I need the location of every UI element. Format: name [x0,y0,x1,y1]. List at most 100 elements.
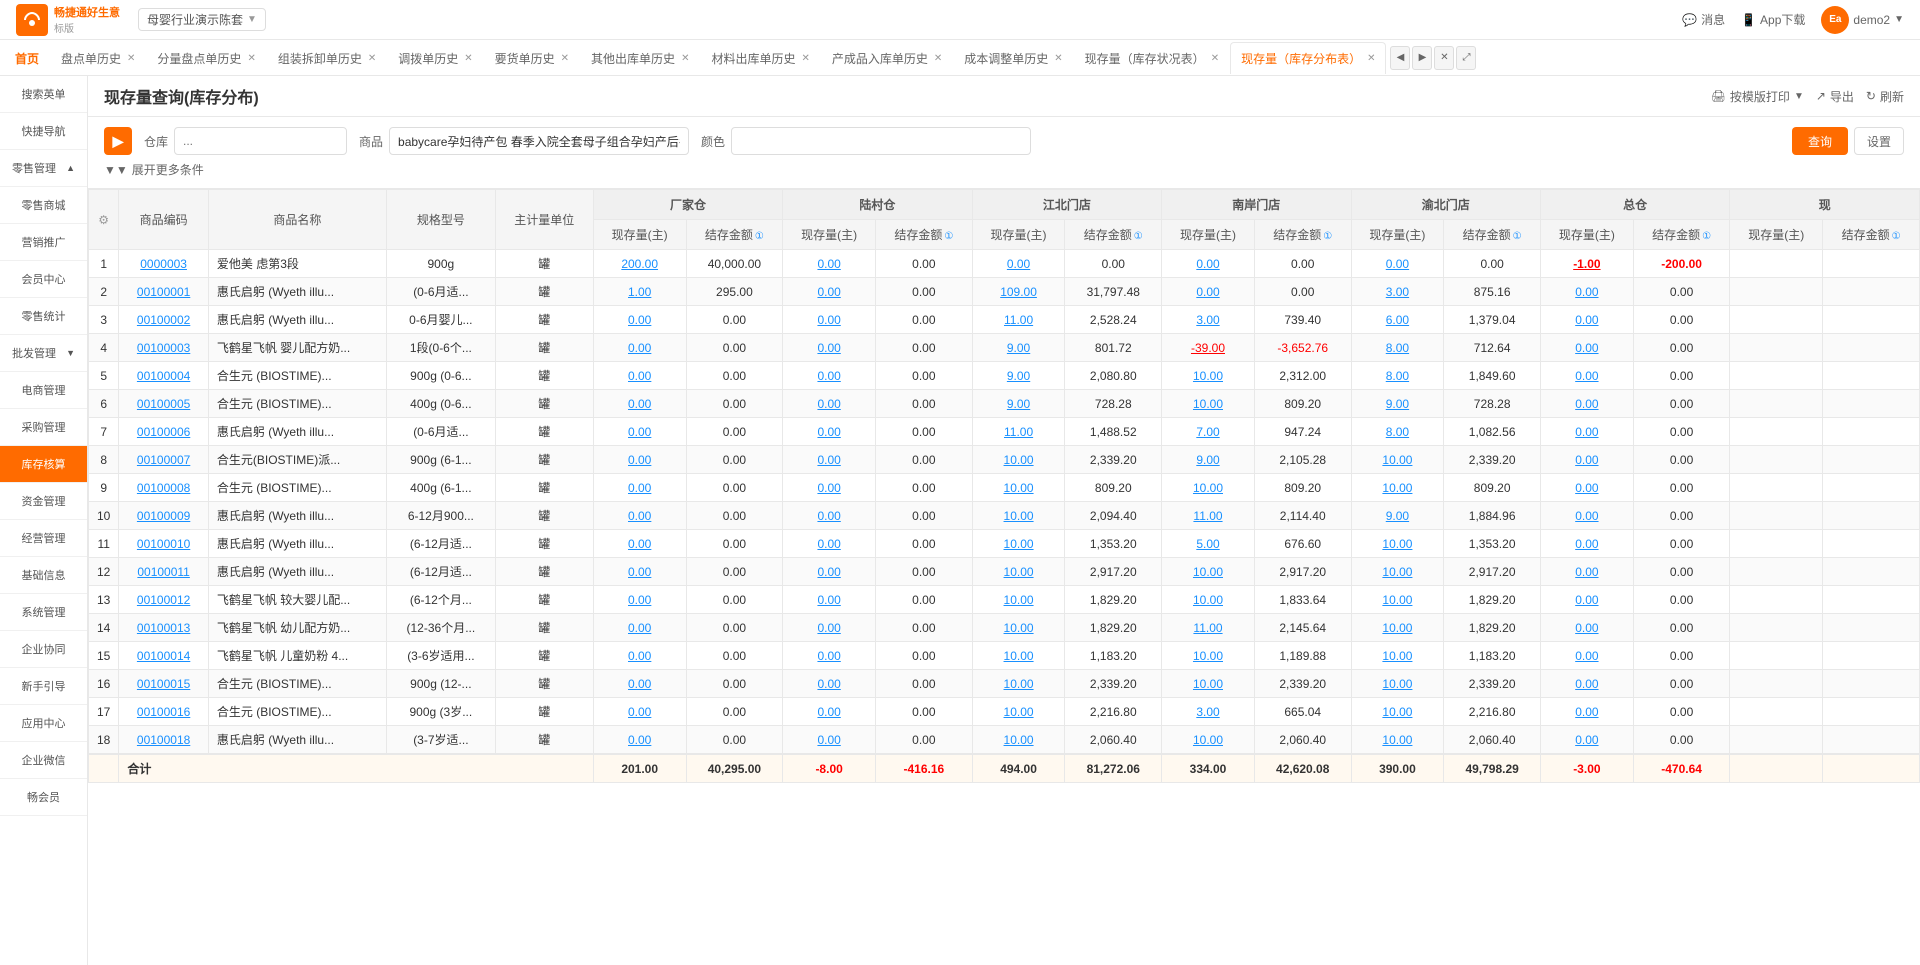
cell-code[interactable]: 00100018 [119,726,209,755]
cell-chang-qty[interactable]: 0.00 [593,418,686,446]
cell-total-qty[interactable]: 0.00 [1540,530,1633,558]
cell-jiangbei-qty[interactable]: 10.00 [972,446,1065,474]
cell-chang-qty[interactable]: 0.00 [593,558,686,586]
sidebar-item-collaboration[interactable]: 企业协同 [0,631,87,668]
tab-4[interactable]: 调拨单历史 ✕ [387,42,483,74]
cell-yubei-qty[interactable]: 10.00 [1351,698,1444,726]
tab-10[interactable]: 现存量（库存状况表） ✕ [1074,42,1230,74]
cell-jiangbei-qty[interactable]: 10.00 [972,642,1065,670]
cell-jiangbei-qty[interactable]: 10.00 [972,586,1065,614]
cell-lu-qty[interactable]: 0.00 [783,446,876,474]
cell-lu-qty[interactable]: 0.00 [783,334,876,362]
cell-yubei-qty[interactable]: 10.00 [1351,642,1444,670]
cell-total-qty[interactable]: -1.00 [1540,250,1633,278]
sidebar-item-retail-management[interactable]: 零售管理▲ [0,150,87,187]
cell-chang-qty[interactable]: 0.00 [593,446,686,474]
cell-nanan-qty[interactable]: 10.00 [1162,558,1255,586]
cell-chang-qty[interactable]: 0.00 [593,642,686,670]
cell-code[interactable]: 00100009 [119,502,209,530]
close-tab-6[interactable]: ✕ [681,53,689,64]
cell-lu-qty[interactable]: 0.00 [783,278,876,306]
more-conditions-btn[interactable]: ▼▼ 展开更多条件 [104,161,1904,178]
sidebar-item-operations[interactable]: 经营管理 [0,520,87,557]
close-tab-1[interactable]: ✕ [127,53,135,64]
cell-lu-qty[interactable]: 0.00 [783,614,876,642]
cell-jiangbei-qty[interactable]: 11.00 [972,418,1065,446]
sidebar-item-ecommerce[interactable]: 电商管理 [0,372,87,409]
cell-jiangbei-qty[interactable]: 10.00 [972,474,1065,502]
cell-nanan-qty[interactable]: 10.00 [1162,642,1255,670]
cell-nanan-qty[interactable]: 11.00 [1162,502,1255,530]
cell-total-qty[interactable]: 0.00 [1540,362,1633,390]
close-tab-7[interactable]: ✕ [801,53,809,64]
cell-nanan-qty[interactable]: 11.00 [1162,614,1255,642]
sidebar-item-basics[interactable]: 基础信息 [0,557,87,594]
sidebar-item-inventory[interactable]: 库存核算 [0,446,87,483]
cell-nanan-qty[interactable]: 10.00 [1162,474,1255,502]
tab-6[interactable]: 其他出库单历史 ✕ [580,42,700,74]
export-btn[interactable]: ↗ 导出 [1816,88,1854,105]
cell-yubei-qty[interactable]: 8.00 [1351,418,1444,446]
tab-2[interactable]: 分量盘点单历史 ✕ [146,42,266,74]
cell-lu-qty[interactable]: 0.00 [783,250,876,278]
cell-code[interactable]: 00100013 [119,614,209,642]
cell-jiangbei-qty[interactable]: 10.00 [972,698,1065,726]
setting-btn[interactable]: 设置 [1854,127,1904,155]
tab-1[interactable]: 盘点单历史 ✕ [50,42,146,74]
table-container[interactable]: ⚙ 商品编码 商品名称 规格型号 主计量单位 厂家仓 陆村仓 江北门店 南岸门店… [88,189,1920,965]
cell-yubei-qty[interactable]: 10.00 [1351,530,1444,558]
cell-lu-qty[interactable]: 0.00 [783,698,876,726]
cell-total-qty[interactable]: 0.00 [1540,558,1633,586]
cell-lu-qty[interactable]: 0.00 [783,642,876,670]
cell-code[interactable]: 00100008 [119,474,209,502]
sidebar-item-wechat[interactable]: 企业微信 [0,742,87,779]
cell-lu-qty[interactable]: 0.00 [783,726,876,755]
cell-jiangbei-qty[interactable]: 11.00 [972,306,1065,334]
cell-lu-qty[interactable]: 0.00 [783,502,876,530]
cell-code[interactable]: 00100011 [119,558,209,586]
user-menu[interactable]: Ea demo2 ▼ [1821,6,1904,34]
sidebar-item-wholesale[interactable]: 批发管理▼ [0,335,87,372]
cell-yubei-qty[interactable]: 10.00 [1351,474,1444,502]
tab-11-active[interactable]: 现存量（库存分布表） ✕ [1230,42,1386,74]
close-tab-8[interactable]: ✕ [934,53,942,64]
sidebar-item-system[interactable]: 系统管理 [0,594,87,631]
cell-nanan-qty[interactable]: 10.00 [1162,390,1255,418]
tab-prev-btn[interactable]: ◀ [1390,46,1410,70]
cell-code[interactable]: 00100016 [119,698,209,726]
cell-lu-qty[interactable]: 0.00 [783,670,876,698]
cell-nanan-qty[interactable]: 3.00 [1162,306,1255,334]
cell-total-qty[interactable]: 0.00 [1540,334,1633,362]
cell-lu-qty[interactable]: 0.00 [783,390,876,418]
cell-nanan-qty[interactable]: 7.00 [1162,418,1255,446]
cell-nanan-qty[interactable]: 3.00 [1162,698,1255,726]
sidebar-item-guide[interactable]: 新手引导 [0,668,87,705]
cell-code[interactable]: 00100003 [119,334,209,362]
cell-yubei-qty[interactable]: 8.00 [1351,362,1444,390]
col-settings[interactable]: ⚙ [89,190,119,250]
cell-jiangbei-qty[interactable]: 10.00 [972,530,1065,558]
cell-nanan-qty[interactable]: -39.00 [1162,334,1255,362]
cell-lu-qty[interactable]: 0.00 [783,530,876,558]
app-download-btn[interactable]: 📱 App下载 [1741,11,1805,28]
cell-lu-qty[interactable]: 0.00 [783,418,876,446]
tab-next-btn[interactable]: ▶ [1412,46,1432,70]
cell-chang-qty[interactable]: 0.00 [593,474,686,502]
cell-total-qty[interactable]: 0.00 [1540,418,1633,446]
cell-code[interactable]: 00100014 [119,642,209,670]
cell-yubei-qty[interactable]: 10.00 [1351,670,1444,698]
cell-code[interactable]: 00100002 [119,306,209,334]
cell-yubei-qty[interactable]: 10.00 [1351,614,1444,642]
cell-nanan-qty[interactable]: 0.00 [1162,278,1255,306]
close-tab-11[interactable]: ✕ [1367,53,1375,64]
cell-nanan-qty[interactable]: 10.00 [1162,726,1255,755]
industry-selector[interactable]: 母婴行业演示陈套 ▼ [138,8,266,31]
print-btn[interactable]: 🖨 按模版打印 ▼ [1711,88,1804,105]
cell-chang-qty[interactable]: 0.00 [593,586,686,614]
cell-code[interactable]: 0000003 [119,250,209,278]
messages-btn[interactable]: 💬 消息 [1682,11,1725,28]
cell-total-qty[interactable]: 0.00 [1540,390,1633,418]
cell-nanan-qty[interactable]: 5.00 [1162,530,1255,558]
cell-jiangbei-qty[interactable]: 9.00 [972,390,1065,418]
cell-lu-qty[interactable]: 0.00 [783,474,876,502]
